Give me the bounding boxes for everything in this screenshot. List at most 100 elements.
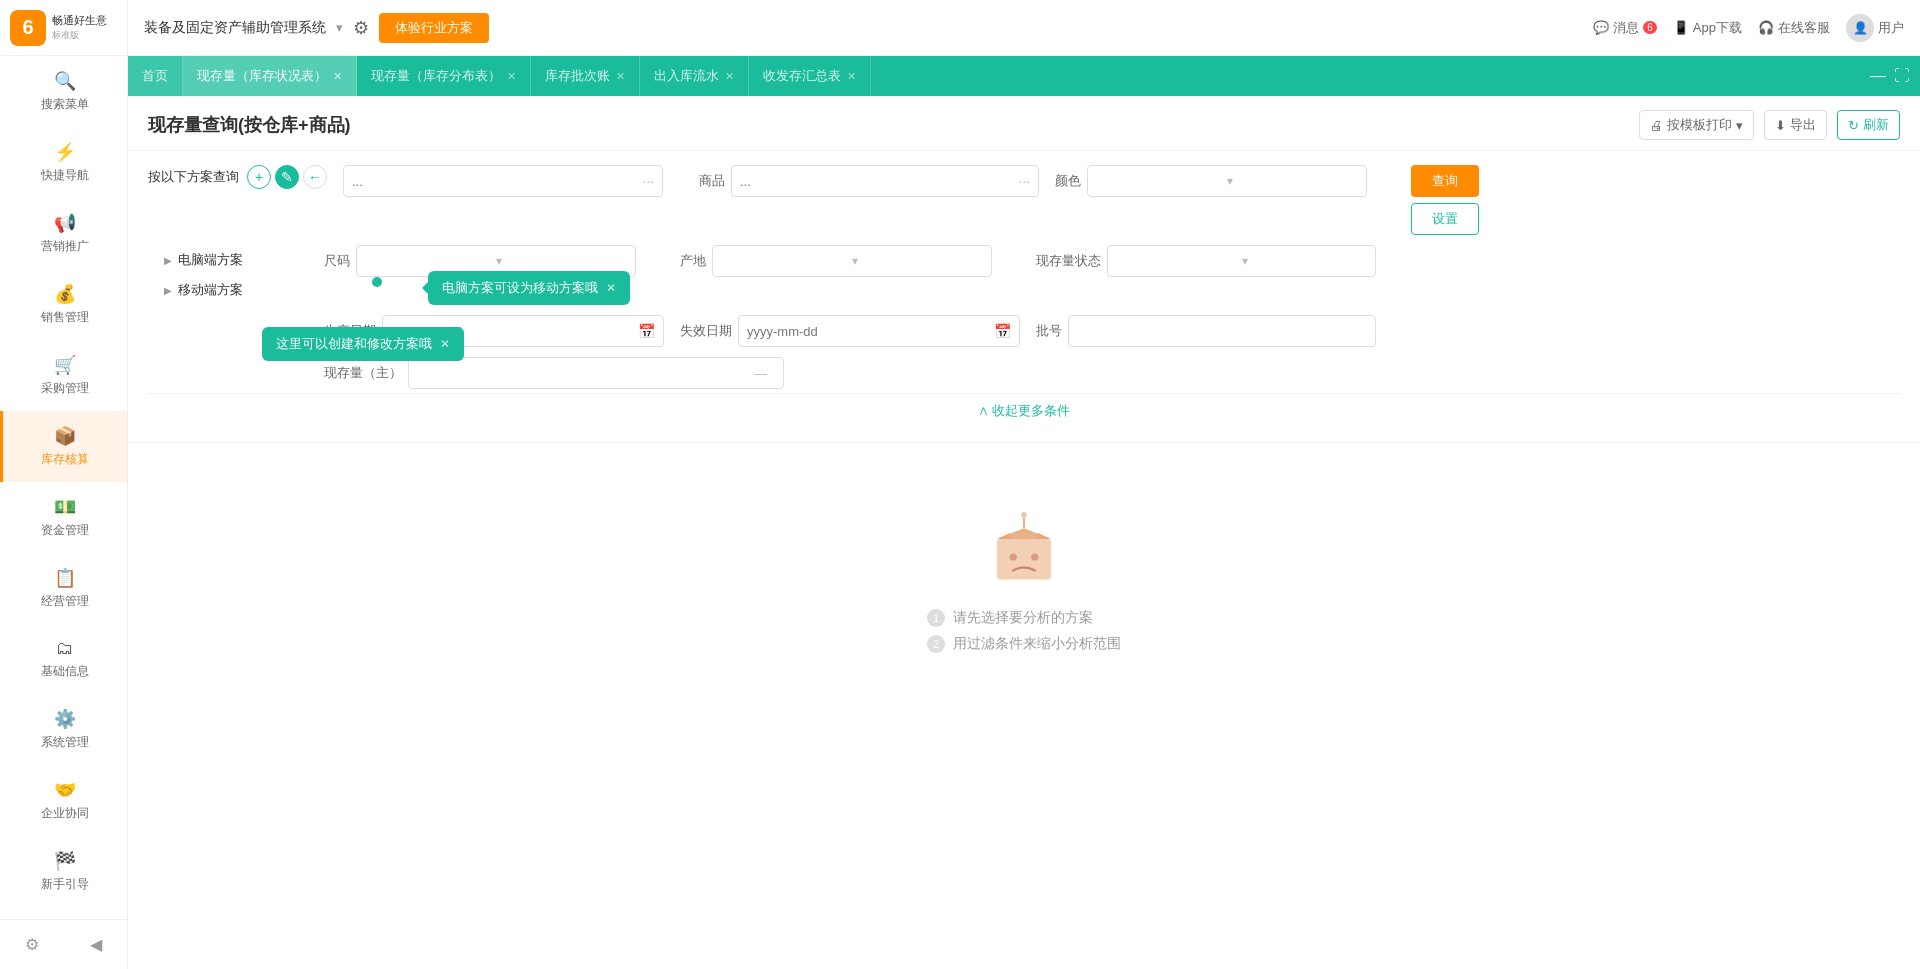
batch-input[interactable] <box>1077 324 1367 339</box>
origin-dropdown-icon: ▾ <box>852 254 983 268</box>
tip-text-2: 用过滤条件来缩小分析范围 <box>953 635 1121 653</box>
inventory-main-input[interactable]: — <box>408 357 784 389</box>
guide-icon: 🏁 <box>54 850 76 872</box>
experience-btn[interactable]: 体验行业方案 <box>379 13 489 43</box>
color-select[interactable]: ▾ <box>1087 165 1367 197</box>
sidebar-item-purchase[interactable]: 🛒 采购管理 <box>0 340 127 411</box>
tab-inout-flow[interactable]: 出入库流水 ✕ <box>640 56 749 96</box>
collapse-bar[interactable]: ∧ 收起更多条件 <box>148 393 1900 428</box>
tip-num-1: 1 <box>927 609 945 627</box>
tab-inventory-batch-label: 库存批次账 <box>545 67 610 85</box>
collapse-sidebar-btn[interactable]: ◀ <box>85 930 107 959</box>
sidebar-item-basic[interactable]: 🗂 基础信息 <box>0 624 127 694</box>
tab-inventory-status[interactable]: 现存量（库存状况表） ✕ <box>183 56 357 96</box>
refresh-btn[interactable]: ↻ 刷新 <box>1837 110 1900 140</box>
chevron-up-icon: ∧ <box>978 403 989 418</box>
sidebar-item-label: 经营管理 <box>41 593 89 610</box>
tab-inventory-batch-close[interactable]: ✕ <box>616 70 625 83</box>
sidebar-item-search[interactable]: 🔍 搜索菜单 <box>0 56 127 127</box>
inventory-status-select[interactable]: ▾ <box>1107 245 1376 277</box>
headset-icon: 🎧 <box>1758 20 1774 35</box>
tab-inout-flow-close[interactable]: ✕ <box>725 70 734 83</box>
warehouse-field[interactable]: ··· <box>343 165 663 197</box>
origin-select[interactable]: ▾ <box>712 245 992 277</box>
tab-minimize-btn[interactable]: — <box>1870 67 1886 85</box>
sidebar-item-system[interactable]: ⚙️ 系统管理 <box>0 694 127 765</box>
edit-scheme-btn[interactable]: ✎ <box>275 165 299 189</box>
message-group[interactable]: 💬 消息 6 <box>1593 19 1657 37</box>
search-icon: 🔍 <box>54 70 76 92</box>
tab-receive-summary[interactable]: 收发存汇总表 ✕ <box>749 56 871 96</box>
scheme-control-btns: + ✎ ← <box>247 165 327 189</box>
page-content: 现存量查询(按仓库+商品) 🖨 按模板打印 ▾ ⬇ 导出 ↻ 刷新 <box>128 96 1920 969</box>
back-scheme-btn[interactable]: ← <box>303 165 327 189</box>
tab-receive-summary-close[interactable]: ✕ <box>847 70 856 83</box>
operations-icon: 📋 <box>54 567 76 589</box>
page-actions: 🖨 按模板打印 ▾ ⬇ 导出 ↻ 刷新 <box>1639 110 1900 140</box>
tab-receive-summary-label: 收发存汇总表 <box>763 67 841 85</box>
sidebar-item-marketing[interactable]: 📢 营销推广 <box>0 198 127 269</box>
desktop-scheme-item[interactable]: ▶ 电脑端方案 <box>148 245 308 275</box>
message-icon: 💬 <box>1593 20 1609 35</box>
expiry-date-input[interactable]: 📅 <box>738 315 1020 347</box>
marketing-icon: 📢 <box>54 212 76 234</box>
sidebar-item-label: 企业协同 <box>41 805 89 822</box>
expiry-date-field[interactable] <box>747 324 994 339</box>
tab-inventory-status-close[interactable]: ✕ <box>333 70 342 83</box>
sidebar-item-inventory[interactable]: 📦 库存核算 <box>0 411 127 482</box>
sidebar-item-quick[interactable]: ⚡ 快捷导航 <box>0 127 127 198</box>
add-scheme-btn[interactable]: + <box>247 165 271 189</box>
app-name: 畅通好生意 <box>52 13 107 28</box>
tab-inventory-batch[interactable]: 库存批次账 ✕ <box>531 56 640 96</box>
calendar-icon-2[interactable]: 📅 <box>994 323 1011 339</box>
warehouse-more-icon[interactable]: ··· <box>642 173 654 189</box>
inventory-main-field[interactable] <box>417 366 746 381</box>
tab-inventory-dist-close[interactable]: ✕ <box>507 70 516 83</box>
sidebar-item-guide[interactable]: 🏁 新手引导 <box>0 836 127 907</box>
mobile-scheme-item[interactable]: ▶ 移动端方案 <box>148 275 308 305</box>
scheme-type-tooltip-close[interactable]: ✕ <box>606 281 616 295</box>
template-print-btn[interactable]: 🖨 按模板打印 ▾ <box>1639 110 1754 140</box>
tooltip-text-2: 这里可以创建和修改方案哦 <box>276 335 432 353</box>
tab-home-label: 首页 <box>142 67 168 85</box>
sidebar-item-finance[interactable]: 💵 资金管理 <box>0 482 127 553</box>
refresh-icon: ↻ <box>1848 118 1859 133</box>
sidebar-item-sales[interactable]: 💰 销售管理 <box>0 269 127 340</box>
sidebar-item-label: 系统管理 <box>41 734 89 751</box>
message-label: 消息 <box>1613 19 1639 37</box>
enterprise-icon: 🤝 <box>54 779 76 801</box>
product-field[interactable]: ··· <box>731 165 1039 197</box>
filter-scheme-label: 按以下方案查询 <box>148 168 239 186</box>
tab-inventory-status-label: 现存量（库存状况表） <box>197 67 327 85</box>
user-group[interactable]: 👤 用户 <box>1846 14 1904 42</box>
sidebar-item-enterprise[interactable]: 🤝 企业协同 <box>0 765 127 836</box>
sidebar-item-operations[interactable]: 📋 经营管理 <box>0 553 127 624</box>
export-btn[interactable]: ⬇ 导出 <box>1764 110 1827 140</box>
tab-inventory-dist-label: 现存量（库存分布表） <box>371 67 501 85</box>
system-icon: ⚙️ <box>54 708 76 730</box>
online-service-group[interactable]: 🎧 在线客服 <box>1758 19 1830 37</box>
warehouse-input[interactable] <box>352 174 642 189</box>
tab-fullscreen-btn[interactable]: ⛶ <box>1894 67 1910 85</box>
page-title: 现存量查询(按仓库+商品) <box>148 113 351 137</box>
batch-field[interactable] <box>1068 315 1376 347</box>
search-btn[interactable]: 查询 <box>1411 165 1479 197</box>
filter-setting-btn[interactable]: 设置 <box>1411 203 1479 235</box>
product-input[interactable] <box>740 174 1018 189</box>
sidebar-item-label: 销售管理 <box>41 309 89 326</box>
app-download-group[interactable]: 📱 App下载 <box>1673 19 1742 37</box>
product-more-icon[interactable]: ··· <box>1018 173 1030 189</box>
sidebar: 6 畅通好生意 标准版 🔍 搜索菜单 ⚡ 快捷导航 📢 营销推广 💰 销售管理 … <box>0 0 128 969</box>
inventory-separator: — <box>754 366 767 381</box>
settings-bottom-btn[interactable]: ⚙ <box>20 930 44 959</box>
calendar-icon-1[interactable]: 📅 <box>638 323 655 339</box>
filter-area: 按以下方案查询 + ✎ ← ··· 商品 <box>128 151 1920 443</box>
create-scheme-tooltip-close[interactable]: ✕ <box>440 337 450 351</box>
export-icon: ⬇ <box>1775 118 1786 133</box>
tab-inventory-dist[interactable]: 现存量（库存分布表） ✕ <box>357 56 531 96</box>
header-right: 💬 消息 6 📱 App下载 🎧 在线客服 👤 用户 <box>1593 14 1904 42</box>
settings-gear-icon[interactable]: ⚙ <box>353 17 369 39</box>
header: 装备及固定资产辅助管理系统 ▾ ⚙ 体验行业方案 💬 消息 6 📱 App下载 … <box>128 0 1920 56</box>
system-dropdown-icon[interactable]: ▾ <box>336 20 343 35</box>
tab-home[interactable]: 首页 <box>128 56 183 96</box>
